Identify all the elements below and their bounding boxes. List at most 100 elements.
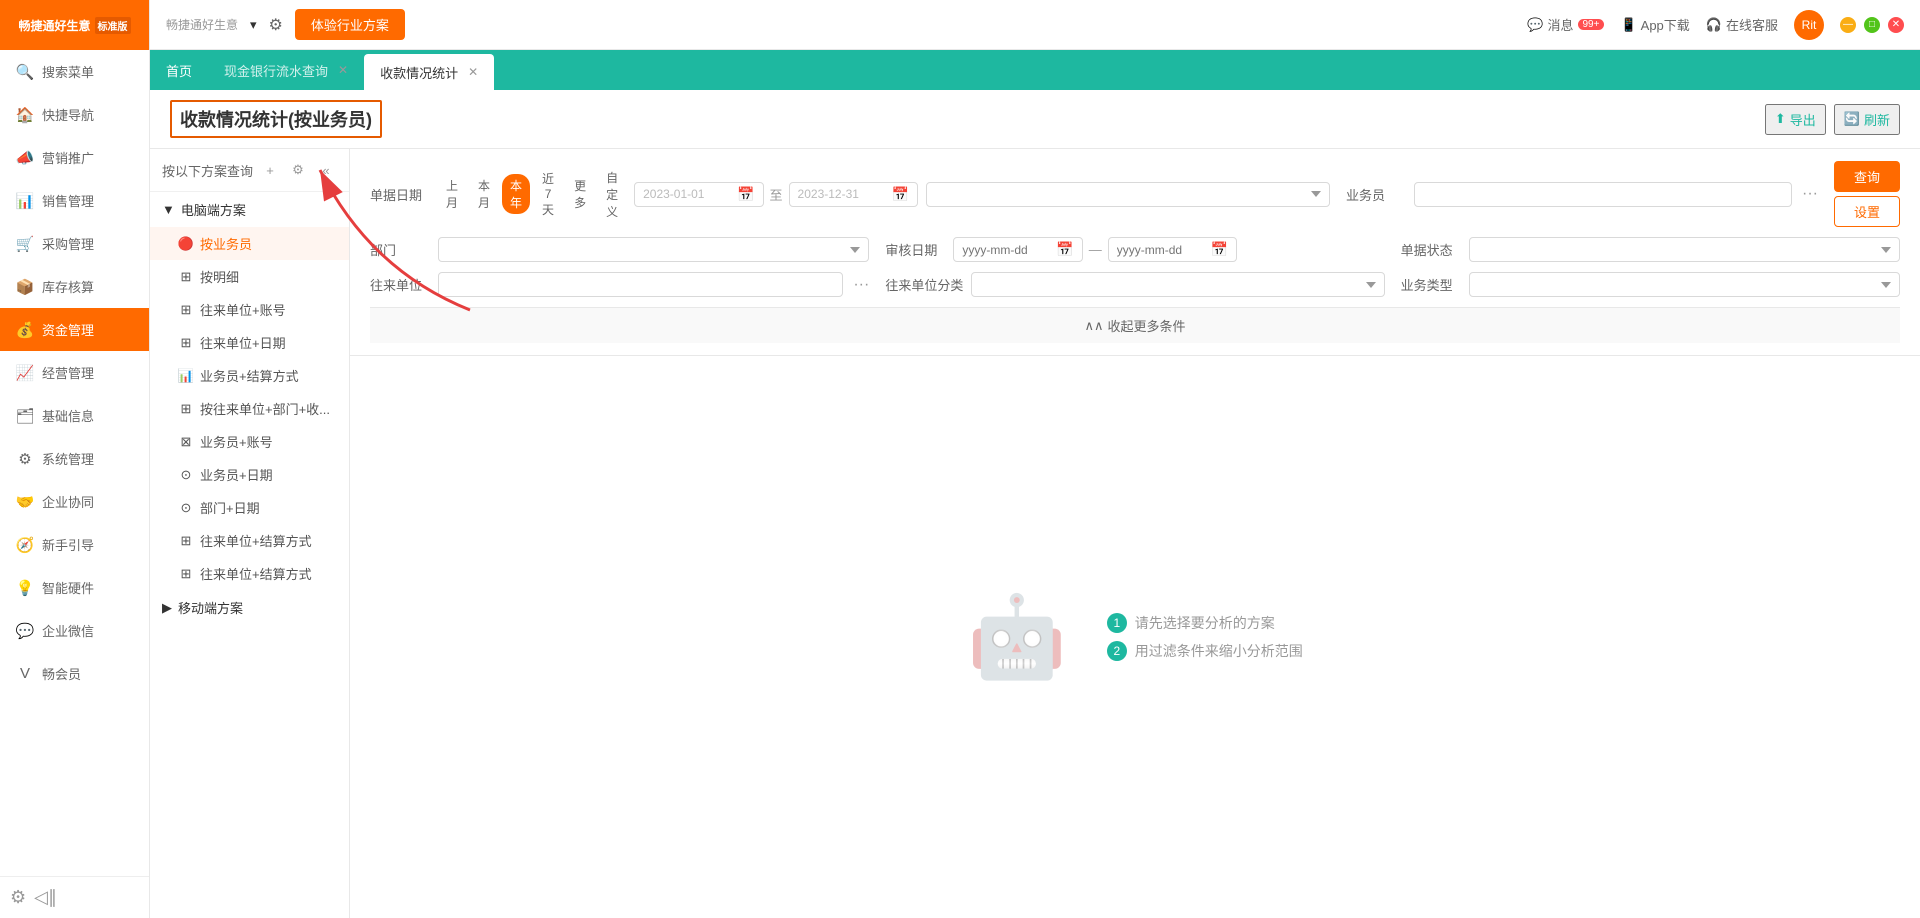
sidebar-item-quick-nav[interactable]: 🏠 快捷导航 [0,93,149,136]
query-btn[interactable]: 查询 [1834,161,1900,192]
tab-bank-flow-close[interactable]: ✕ [338,63,348,77]
header-dropdown[interactable]: ▾ [250,17,257,33]
message-btn[interactable]: 💬 消息 99+ [1527,15,1604,34]
tree-group-arrow: ▶ [162,600,172,616]
sidebar-bottom: ⚙ ◁∥ [0,876,149,918]
partner-category-select[interactable] [971,272,1384,297]
maximize-btn[interactable]: □ [1864,17,1880,33]
tab-receipt-stat[interactable]: 收款情况统计 ✕ [364,54,494,90]
quick-nav-icon: 🏠 [16,106,34,124]
quick-date-this-year[interactable]: 本年 [502,174,530,214]
left-panel-header-left: 按以下方案查询 [162,161,253,180]
calendar-to-icon[interactable]: 📅 [892,186,909,203]
tree-item-unit-settle2[interactable]: ⊞往来单位+结算方式 [150,557,349,590]
sidebar-item-marketing[interactable]: 📣 营销推广 [0,136,149,179]
review-date-from-input[interactable] [962,243,1052,257]
sidebar-item-finance[interactable]: 💰 资金管理 [0,308,149,351]
biz-type-select[interactable] [1469,272,1900,297]
date-to-input[interactable] [798,187,888,201]
tree-item-by-mingxi[interactable]: ⊞按明细 [150,260,349,293]
salesperson-input[interactable] [1414,182,1792,207]
quick-date-last-month[interactable]: 上月 [438,174,466,214]
online-service-btn[interactable]: 🎧 在线客服 [1706,15,1778,34]
review-date-to-input[interactable] [1117,243,1207,257]
review-date-sep: — [1089,242,1102,257]
tree-item-label-salesperson-date: 业务员+日期 [200,465,273,484]
sidebar-item-operations[interactable]: 📈 经营管理 [0,351,149,394]
header-right: 💬 消息 99+ 📱 App下载 🎧 在线客服 Rit — □ ✕ [1527,10,1904,40]
doc-status-dropdown-wrap [1469,237,1900,262]
review-date-from-wrap: 📅 [953,237,1082,262]
export-btn[interactable]: ⬆ 导出 [1765,104,1826,135]
system-icon: ⚙ [16,450,34,468]
left-panel-header: 按以下方案查询 + ⚙ « [150,149,349,192]
minimize-btn[interactable]: — [1840,17,1856,33]
tree-item-salesperson-settle[interactable]: 📊业务员+结算方式 [150,359,349,392]
tree-item-unit-dept-income[interactable]: ⊞按往来单位+部门+收... [150,392,349,425]
calendar-from-icon[interactable]: 📅 [737,186,754,203]
close-btn[interactable]: ✕ [1888,17,1904,33]
search-icon: 🔍 [16,63,34,81]
sidebar-item-enterprise[interactable]: 🤝 企业协同 [0,480,149,523]
header-gear-icon[interactable]: ⚙ [269,15,283,35]
tree-item-by-salesperson[interactable]: 🔴按业务员 [150,227,349,260]
sidebar-settings-btn[interactable]: ⚙ [10,887,26,908]
tree-item-salesperson-date[interactable]: ⊙业务员+日期 [150,458,349,491]
doc-status-select[interactable] [1469,237,1900,262]
review-cal-from-icon[interactable]: 📅 [1056,241,1073,258]
partner-input[interactable] [438,272,843,297]
review-cal-to-icon[interactable]: 📅 [1211,241,1228,258]
sidebar-item-sales[interactable]: 📊 销售管理 [0,179,149,222]
salesperson-more-btn[interactable]: ··· [1802,185,1818,203]
tree-item-salesperson-account[interactable]: ⊠业务员+账号 [150,425,349,458]
doc-type-select[interactable] [926,182,1330,207]
user-avatar[interactable]: Rit [1794,10,1824,40]
quick-date-custom[interactable]: 自定义 [598,166,626,223]
sidebar-item-inventory[interactable]: 📦 库存核算 [0,265,149,308]
set-btn[interactable]: 设置 [1834,196,1900,227]
quick-date-this-month[interactable]: 本月 [470,174,498,214]
sidebar-item-purchase[interactable]: 🛒 采购管理 [0,222,149,265]
tip-num-1: 1 [1107,613,1127,633]
tab-home-label: 首页 [166,61,192,80]
partner-more-btn[interactable]: ··· [853,276,869,294]
date-from-input[interactable] [643,187,733,201]
sidebar-item-label-inventory: 库存核算 [42,277,94,296]
trial-btn[interactable]: 体验行业方案 [295,9,405,40]
tree-group-header-电脑端方案[interactable]: ▼ 电脑端方案 [150,192,349,227]
quick-date-more[interactable]: 更多 [566,174,594,214]
sidebar-item-label-enterprise: 企业协同 [42,492,94,511]
tab-bank-flow[interactable]: 现金银行流水查询 ✕ [208,50,364,90]
sidebar-item-base-info[interactable]: 🗂 基础信息 [0,394,149,437]
partner-category-filter-group: 往来单位分类 [885,272,1384,297]
scheme-settings-btn[interactable]: ⚙ [287,159,309,181]
wechat-icon: 💬 [16,622,34,640]
sidebar-item-search[interactable]: 🔍 搜索菜单 [0,50,149,93]
tree-item-unit-settle1[interactable]: ⊞往来单位+结算方式 [150,524,349,557]
tree-item-dept-date[interactable]: ⊙部门+日期 [150,491,349,524]
tree-item-unit-account[interactable]: ⊞往来单位+账号 [150,293,349,326]
refresh-btn[interactable]: 🔄 刷新 [1834,104,1900,135]
sidebar-item-guide[interactable]: 🧭 新手引导 [0,523,149,566]
sidebar-item-smart-hw[interactable]: 💡 智能硬件 [0,566,149,609]
dept-select[interactable] [438,237,869,262]
sidebar-collapse-btn[interactable]: ◁∥ [34,887,57,908]
sidebar-item-system[interactable]: ⚙ 系统管理 [0,437,149,480]
tab-home[interactable]: 首页 [150,50,208,90]
smart-hw-icon: 💡 [16,579,34,597]
tree-group-header-移动端方案[interactable]: ▶ 移动端方案 [150,590,349,625]
date-filter-group: 单据日期 上月本月本年近7天更多自定义 📅 至 📅 [370,166,842,223]
tree-item-unit-date[interactable]: ⊞往来单位+日期 [150,326,349,359]
enterprise-icon: 🤝 [16,493,34,511]
sidebar-item-wechat[interactable]: 💬 企业微信 [0,609,149,652]
collapse-panel-btn[interactable]: « [315,159,337,181]
sidebar-item-member[interactable]: V 畅会员 [0,652,149,695]
empty-tips: 1 请先选择要分析的方案 2 用过滤条件来缩小分析范围 [1107,613,1303,661]
quick-date-last-7days[interactable]: 近7天 [534,167,562,221]
inventory-icon: 📦 [16,278,34,296]
collapse-filter-bar[interactable]: ∧∧ 收起更多条件 [370,307,1900,343]
app-download-btn[interactable]: 📱 App下载 [1620,15,1689,34]
tab-receipt-stat-close[interactable]: ✕ [468,65,478,79]
add-scheme-btn[interactable]: + [259,159,281,181]
top-header: 畅捷通好生意 ▾ ⚙ 体验行业方案 💬 消息 99+ 📱 App下载 🎧 在线客… [150,0,1920,50]
